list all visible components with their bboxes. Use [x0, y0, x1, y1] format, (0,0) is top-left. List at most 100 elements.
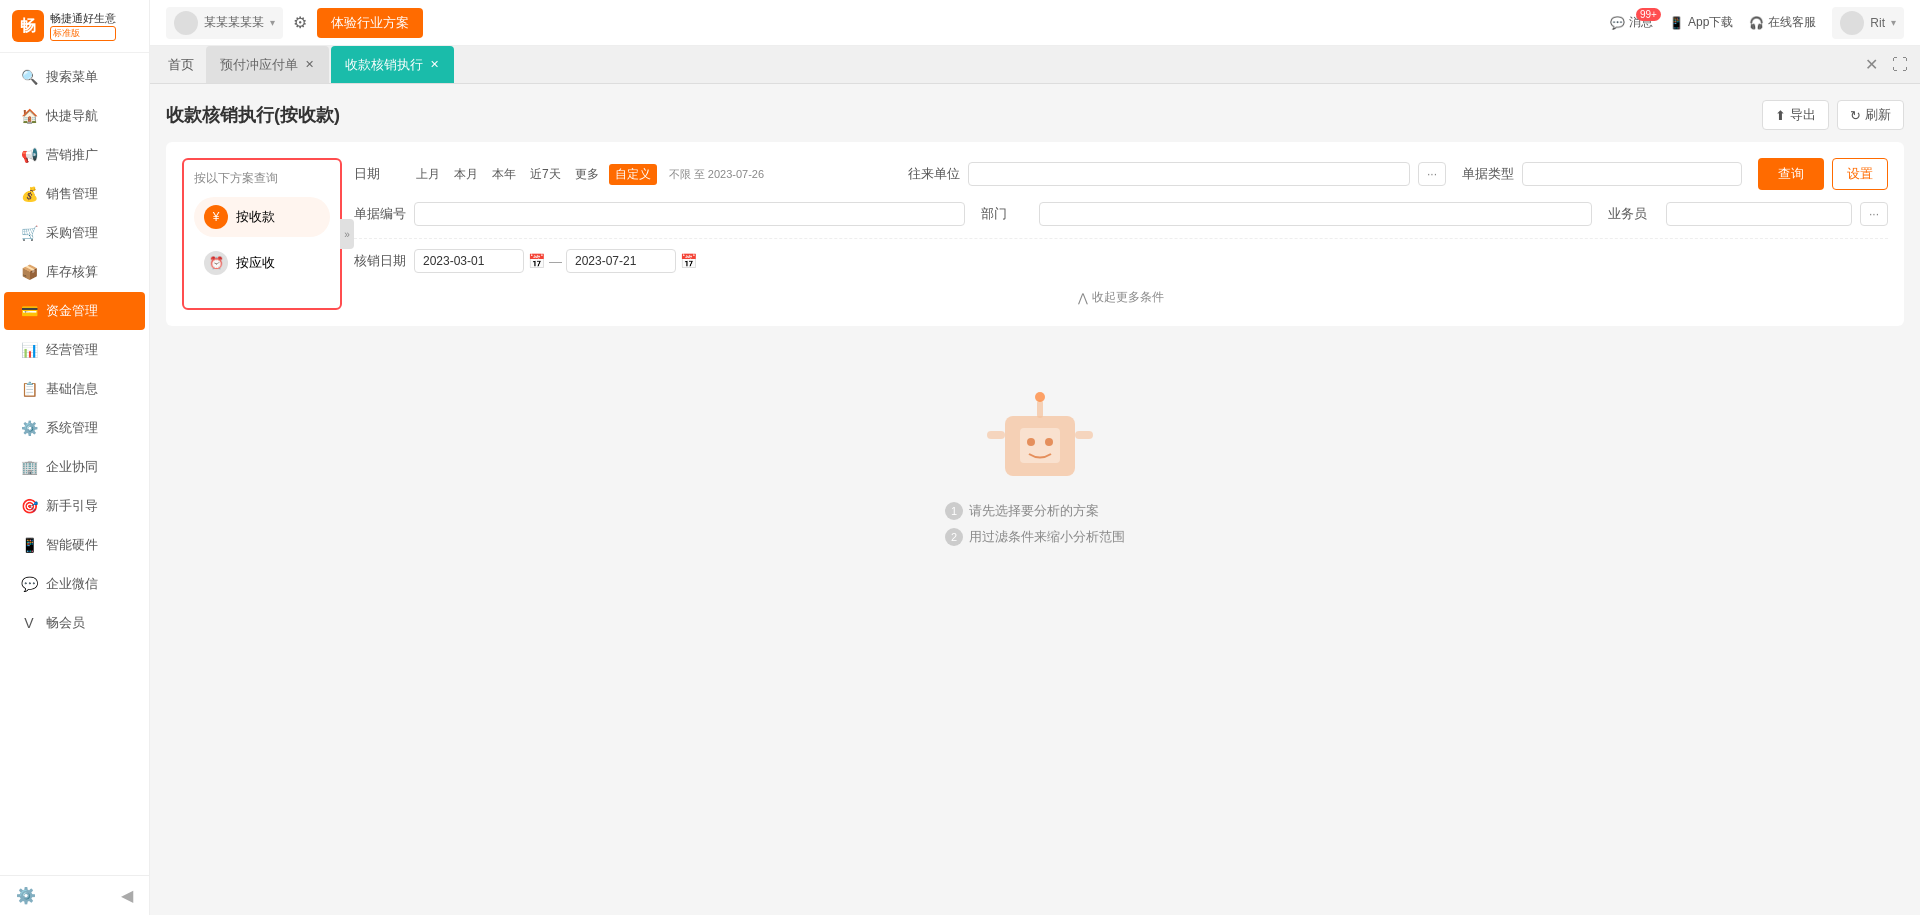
staff-dots-btn[interactable]: ···: [1860, 202, 1888, 226]
tab-receipt-offset[interactable]: 收款核销执行 ✕: [331, 46, 454, 83]
tab-receipt-offset-close[interactable]: ✕: [429, 57, 440, 72]
filter-option-by-receipt[interactable]: ¥ 按收款: [194, 197, 330, 237]
avatar: [174, 11, 198, 35]
page-header: 收款核销执行(按收款) ⬆ 导出 ↻ 刷新: [166, 100, 1904, 130]
by-receipt-icon: ¥: [204, 205, 228, 229]
date-shortcut-more[interactable]: 更多: [571, 164, 603, 185]
sidebar-nav: 🔍 搜索菜单 🏠 快捷导航 📢 营销推广 💰 销售管理 🛒 采购管理 📦 库存核…: [0, 53, 149, 875]
tab-home[interactable]: 首页: [158, 46, 204, 83]
sidebar-item-finance[interactable]: 💳 资金管理: [4, 292, 145, 330]
sidebar-item-basic-info[interactable]: 📋 基础信息: [4, 370, 145, 408]
settings-bottom-icon[interactable]: ⚙️: [16, 886, 36, 905]
user-right-area[interactable]: Rit ▾: [1832, 7, 1904, 39]
message-badge: 99+: [1636, 8, 1661, 21]
sidebar-item-marketing[interactable]: 📢 营销推广: [4, 136, 145, 174]
filter-right: 日期 上月 本月 本年 近7天 更多 自定义 不限 至 2023-07-26 往…: [354, 158, 1888, 310]
tab-prepay[interactable]: 预付冲应付单 ✕: [206, 46, 329, 83]
sidebar-item-member[interactable]: V 畅会员: [4, 604, 145, 642]
export-button[interactable]: ⬆ 导出: [1762, 100, 1829, 130]
tabbar: 首页 预付冲应付单 ✕ 收款核销执行 ✕ ✕ ⛶: [150, 46, 1920, 84]
counterparty-input[interactable]: [968, 162, 1410, 186]
filter-option-by-receivable[interactable]: ⏰ 按应收: [194, 243, 330, 283]
doc-no-label: 单据编号: [354, 205, 406, 223]
tab-close-action[interactable]: ✕: [1861, 53, 1882, 76]
collapse-sidebar-icon[interactable]: ◀: [121, 886, 133, 905]
refresh-button[interactable]: ↻ 刷新: [1837, 100, 1904, 130]
sidebar-item-wechat[interactable]: 💬 企业微信: [4, 565, 145, 603]
date-shortcut-this-year[interactable]: 本年: [488, 164, 520, 185]
date-shortcut-last-month[interactable]: 上月: [412, 164, 444, 185]
system-icon: ⚙️: [20, 420, 38, 436]
member-icon: V: [20, 615, 38, 631]
message-item[interactable]: 💬 消息 99+: [1610, 14, 1653, 31]
verif-date-end[interactable]: [566, 249, 676, 273]
finance-icon: 💳: [20, 303, 38, 319]
online-service-item[interactable]: 🎧 在线客服: [1749, 14, 1816, 31]
date-shortcut-custom[interactable]: 自定义: [609, 164, 657, 185]
service-icon: 🎧: [1749, 16, 1764, 30]
sidebar-item-hardware[interactable]: 📱 智能硬件: [4, 526, 145, 564]
enterprise-icon: 🏢: [20, 459, 38, 475]
filter-panel: 按以下方案查询 ¥ 按收款 ⏰ 按应收 » 日期: [166, 142, 1904, 326]
online-service-label: 在线客服: [1768, 14, 1816, 31]
verif-row: 核销日期 📅 — 📅: [354, 238, 1888, 273]
by-receipt-label: 按收款: [236, 208, 275, 226]
sidebar-bottom: ⚙️ ◀: [0, 875, 149, 915]
purchase-icon: 🛒: [20, 225, 38, 241]
page-actions: ⬆ 导出 ↻ 刷新: [1762, 100, 1904, 130]
tab-prepay-close[interactable]: ✕: [304, 57, 315, 72]
logo-title: 畅捷通好生意: [50, 11, 116, 25]
empty-hint-2: 2 用过滤条件来缩小分析范围: [945, 528, 1125, 546]
sidebar: 畅 畅捷通好生意 标准版 🔍 搜索菜单 🏠 快捷导航 📢 营销推广 💰 销售管理…: [0, 0, 150, 915]
query-button[interactable]: 查询: [1758, 158, 1824, 190]
tab-receipt-offset-label: 收款核销执行: [345, 56, 423, 74]
filter-left: 按以下方案查询 ¥ 按收款 ⏰ 按应收 »: [182, 158, 342, 310]
sidebar-item-guide[interactable]: 🎯 新手引导: [4, 487, 145, 525]
counterparty-dots-btn[interactable]: ···: [1418, 162, 1446, 186]
content-area: 收款核销执行(按收款) ⬆ 导出 ↻ 刷新 按以下方案查询 ¥ 按收款: [150, 84, 1920, 915]
date-shortcut-7days[interactable]: 近7天: [526, 164, 565, 185]
sidebar-item-enterprise[interactable]: 🏢 企业协同: [4, 448, 145, 486]
collapse-more-label: 收起更多条件: [1092, 289, 1164, 306]
app-download-item[interactable]: 📱 App下载: [1669, 14, 1733, 31]
doc-no-input[interactable]: [414, 202, 965, 226]
tabbar-right: ✕ ⛶: [1861, 53, 1912, 76]
filter-left-collapse-btn[interactable]: »: [340, 219, 354, 249]
tab-expand-action[interactable]: ⛶: [1888, 54, 1912, 76]
industry-btn[interactable]: 体验行业方案: [317, 8, 423, 38]
sidebar-item-inventory[interactable]: 📦 库存核算: [4, 253, 145, 291]
user-area[interactable]: 某某某某某 ▾: [166, 7, 283, 39]
date-unlimited-text: 不限 至 2023-07-26: [669, 167, 764, 182]
svg-point-7: [1035, 392, 1045, 402]
date-shortcut-this-month[interactable]: 本月: [450, 164, 482, 185]
set-button[interactable]: 设置: [1832, 158, 1888, 190]
verif-date-end-icon[interactable]: 📅: [680, 253, 697, 269]
operation-icon: 📊: [20, 342, 38, 358]
step-1-num: 1: [945, 502, 963, 520]
guide-icon: 🎯: [20, 498, 38, 514]
svg-point-3: [1045, 438, 1053, 446]
logo-icon: 畅: [12, 10, 44, 42]
sidebar-item-search-menu[interactable]: 🔍 搜索菜单: [4, 58, 145, 96]
doc-type-select[interactable]: [1522, 162, 1742, 186]
staff-input[interactable]: [1666, 202, 1852, 226]
dept-select[interactable]: [1039, 202, 1592, 226]
verif-date-group: 📅 — 📅: [414, 249, 697, 273]
sidebar-item-sales[interactable]: 💰 销售管理: [4, 175, 145, 213]
verif-date-start-icon[interactable]: 📅: [528, 253, 545, 269]
gear-icon[interactable]: ⚙: [293, 13, 307, 32]
sidebar-item-system[interactable]: ⚙️ 系统管理: [4, 409, 145, 447]
collapse-icon: »: [344, 229, 350, 240]
filter-actions: 查询 设置: [1758, 158, 1888, 190]
sidebar-item-quick-nav[interactable]: 🏠 快捷导航: [4, 97, 145, 135]
collapse-more-btn[interactable]: ⋀ 收起更多条件: [354, 285, 1888, 310]
svg-rect-4: [987, 431, 1005, 439]
download-icon: 📱: [1669, 16, 1684, 30]
verif-date-start[interactable]: [414, 249, 524, 273]
verif-date-label: 核销日期: [354, 252, 406, 270]
user-name: 某某某某某: [204, 14, 264, 31]
sidebar-item-operation[interactable]: 📊 经营管理: [4, 331, 145, 369]
empty-state: 1 请先选择要分析的方案 2 用过滤条件来缩小分析范围: [166, 326, 1904, 606]
doc-type-label: 单据类型: [1462, 165, 1514, 183]
sidebar-item-purchase[interactable]: 🛒 采购管理: [4, 214, 145, 252]
